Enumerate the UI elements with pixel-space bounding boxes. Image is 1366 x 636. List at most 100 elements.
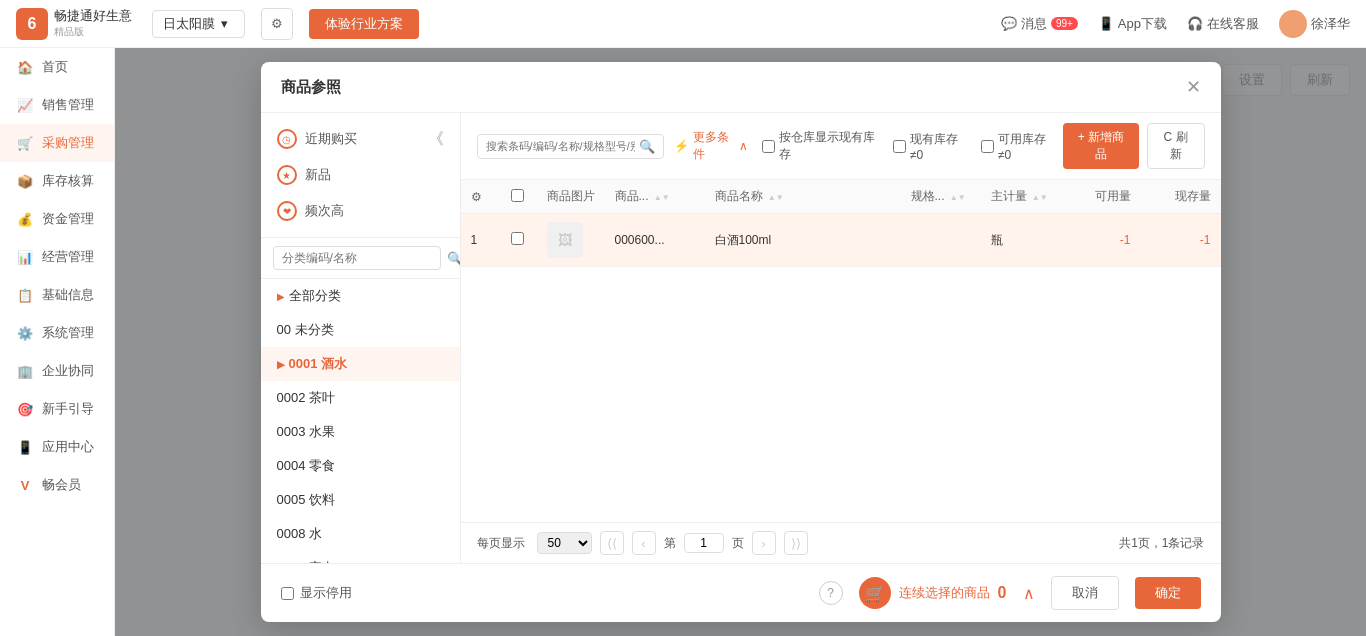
sidebar-item-vip[interactable]: V 畅会员 <box>0 466 114 504</box>
sidebar-item-basic[interactable]: 📋 基础信息 <box>0 276 114 314</box>
checkbox-stock-nonzero-input[interactable] <box>893 140 906 153</box>
category-search-input[interactable] <box>273 246 441 270</box>
sidebar-item-home[interactable]: 🏠 首页 <box>0 48 114 86</box>
row-checkbox[interactable] <box>511 232 524 245</box>
cat-item-0008[interactable]: 0008 水 <box>261 517 460 551</box>
cat-item-all[interactable]: ▶ 全部分类 <box>261 279 460 313</box>
th-spec[interactable]: 规格... ▲▼ <box>901 180 981 214</box>
add-product-btn[interactable]: + 新增商品 <box>1063 123 1139 169</box>
cat-item-0004[interactable]: 0004 零食 <box>261 449 460 483</box>
sidebar-item-corp[interactable]: 🏢 企业协同 <box>0 352 114 390</box>
purchase-icon: 🛒 <box>16 134 34 152</box>
headset-icon: 🎧 <box>1187 16 1203 31</box>
cat-item-0010[interactable]: 0010 家电 <box>261 551 460 563</box>
sidebar-item-finance[interactable]: 💰 资金管理 <box>0 200 114 238</box>
checkbox-avail-nonzero-input[interactable] <box>981 140 994 153</box>
page-input[interactable] <box>684 533 724 553</box>
avatar <box>1279 10 1307 38</box>
more-conditions-btn[interactable]: ⚡ 更多条件 ∧ <box>674 129 748 163</box>
sidebar-label-guide: 新手引导 <box>42 400 94 418</box>
th-name[interactable]: 商品名称 ▲▼ <box>705 180 901 214</box>
show-disabled-checkbox[interactable] <box>281 587 294 600</box>
th-checkbox[interactable] <box>501 180 537 214</box>
nav-frequent[interactable]: ❤ 频次高 <box>261 193 412 229</box>
cat-item-0005[interactable]: 0005 饮料 <box>261 483 460 517</box>
logo-icon: 6 <box>16 8 48 40</box>
sidebar-item-apps[interactable]: 📱 应用中心 <box>0 428 114 466</box>
cat-label-0002: 0002 茶叶 <box>277 389 336 407</box>
checkbox-stock-nonzero[interactable]: 现有库存≠0 <box>893 129 965 163</box>
cart-area[interactable]: 🛒 连续选择的商品 0 <box>859 577 1007 609</box>
modal-close-button[interactable]: ✕ <box>1186 76 1201 98</box>
sidebar-item-system[interactable]: ⚙️ 系统管理 <box>0 314 114 352</box>
table-row[interactable]: 1 🖼 <box>461 214 1221 267</box>
nav-recent[interactable]: ◷ 近期购买 <box>261 121 412 157</box>
th-name-label: 商品名称 <box>715 189 763 203</box>
show-disabled-label[interactable]: 显示停用 <box>281 584 352 602</box>
cell-avail: -1 <box>1061 214 1141 267</box>
cat-item-0003[interactable]: 0003 水果 <box>261 415 460 449</box>
message-btn[interactable]: 💬 消息 99+ <box>1001 15 1078 33</box>
app-download-btn[interactable]: 📱 App下载 <box>1098 15 1167 33</box>
message-badge: 99+ <box>1051 17 1078 30</box>
user-area[interactable]: 徐泽华 <box>1279 10 1350 38</box>
checkbox-avail-nonzero-label: 可用库存≠0 <box>998 131 1053 162</box>
sidebar-label-corp: 企业协同 <box>42 362 94 380</box>
th-settings[interactable]: ⚙ <box>461 180 501 214</box>
sidebar-item-ops[interactable]: 📊 经营管理 <box>0 238 114 276</box>
product-search-icon[interactable]: 🔍 <box>639 139 655 154</box>
cell-stock: -1 <box>1141 214 1221 267</box>
sidebar-item-purchase[interactable]: 🛒 采购管理 <box>0 124 114 162</box>
category-search-icon[interactable]: 🔍 <box>447 251 461 266</box>
sort-name-icon[interactable]: ▲▼ <box>768 193 784 202</box>
cell-unit: 瓶 <box>981 214 1061 267</box>
cart-label: 连续选择的商品 <box>899 584 990 602</box>
cart-collapse-btn[interactable]: ∧ <box>1023 584 1035 603</box>
sidebar-item-sales[interactable]: 📈 销售管理 <box>0 86 114 124</box>
prev-page-btn[interactable]: ‹ <box>632 531 656 555</box>
sidebar-item-inventory[interactable]: 📦 库存核算 <box>0 162 114 200</box>
cat-label-00: 00 未分类 <box>277 321 334 339</box>
cat-item-00[interactable]: 00 未分类 <box>261 313 460 347</box>
cell-check[interactable] <box>501 214 537 267</box>
th-stock[interactable]: 现存量 <box>1141 180 1221 214</box>
sidebar-item-guide[interactable]: 🎯 新手引导 <box>0 390 114 428</box>
chevron-down-icon: ▾ <box>221 16 228 31</box>
refresh-btn[interactable]: C 刷新 <box>1147 123 1205 169</box>
sort-spec-icon[interactable]: ▲▼ <box>950 193 966 202</box>
first-page-btn[interactable]: ⟨⟨ <box>600 531 624 555</box>
trial-button[interactable]: 体验行业方案 <box>309 9 419 39</box>
nav-new[interactable]: ★ 新品 <box>261 157 412 193</box>
th-unit[interactable]: 主计量 ▲▼ <box>981 180 1061 214</box>
cat-arrow-all: ▶ <box>277 291 285 302</box>
cancel-button[interactable]: 取消 <box>1051 576 1119 610</box>
per-page-select[interactable]: 50 100 200 <box>537 532 592 554</box>
nav-new-label: 新品 <box>305 166 331 184</box>
system-icon: ⚙️ <box>16 324 34 342</box>
sidebar-label-system: 系统管理 <box>42 324 94 342</box>
select-all-checkbox[interactable] <box>511 189 524 202</box>
help-button[interactable]: ? <box>819 581 843 605</box>
message-label: 消息 <box>1021 15 1047 33</box>
sort-unit-icon[interactable]: ▲▼ <box>1032 193 1048 202</box>
store-selector[interactable]: 日太阳膜 ▾ <box>152 10 245 38</box>
cat-item-0001[interactable]: ▶ 0001 酒水 <box>261 347 460 381</box>
th-avail[interactable]: 可用量 <box>1061 180 1141 214</box>
th-code[interactable]: 商品... ▲▼ <box>605 180 705 214</box>
gear-button[interactable]: ⚙ <box>261 8 293 40</box>
online-service-btn[interactable]: 🎧 在线客服 <box>1187 15 1259 33</box>
checkbox-avail-nonzero[interactable]: 可用库存≠0 <box>981 129 1053 163</box>
product-search-input[interactable] <box>486 140 635 152</box>
finance-icon: 💰 <box>16 210 34 228</box>
last-page-btn[interactable]: ⟩⟩ <box>784 531 808 555</box>
left-collapse-btn[interactable]: 《 <box>412 121 460 158</box>
confirm-button[interactable]: 确定 <box>1135 577 1201 609</box>
username: 徐泽华 <box>1311 15 1350 33</box>
sort-code-icon[interactable]: ▲▼ <box>654 193 670 202</box>
filter-icon: ⚡ <box>674 139 689 153</box>
checkbox-warehouse[interactable]: 按仓库显示现有库存 <box>762 129 877 163</box>
table-settings-icon[interactable]: ⚙ <box>471 190 482 204</box>
cat-item-0002[interactable]: 0002 茶叶 <box>261 381 460 415</box>
checkbox-warehouse-input[interactable] <box>762 140 775 153</box>
next-page-btn[interactable]: › <box>752 531 776 555</box>
